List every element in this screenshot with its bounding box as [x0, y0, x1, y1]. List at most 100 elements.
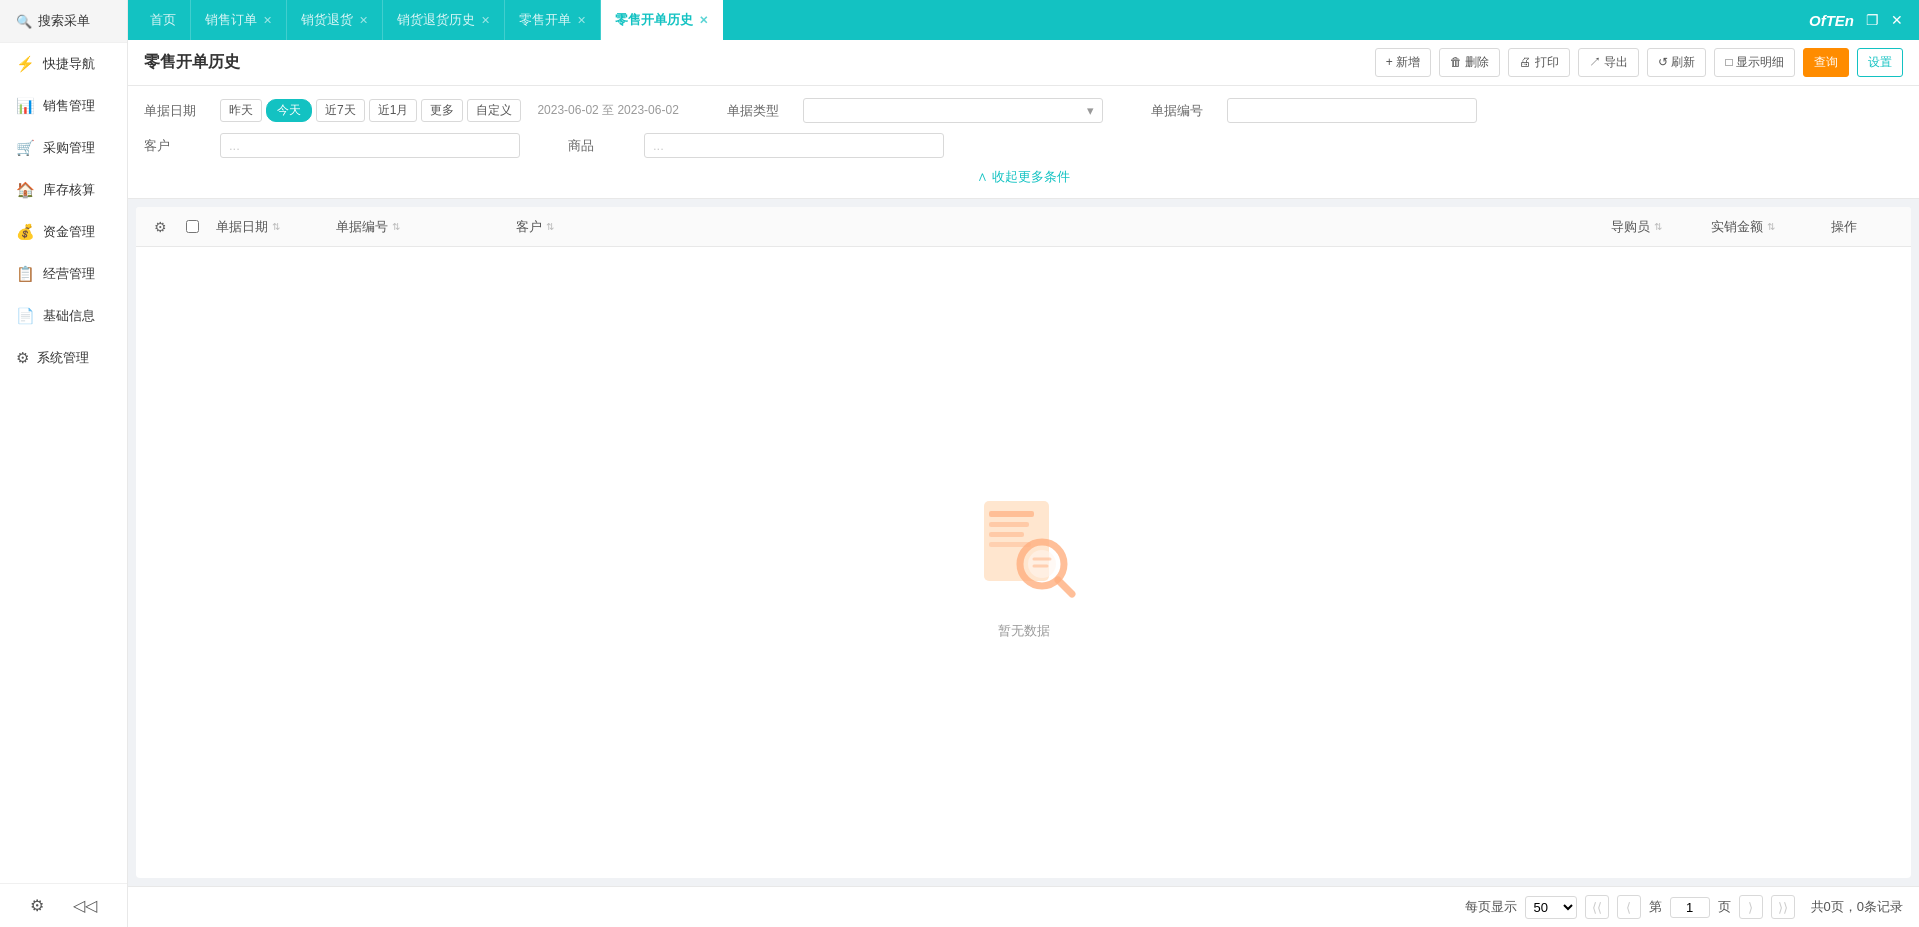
per-page-select[interactable]: 50 20 100	[1525, 896, 1577, 919]
filter-doc-type-select[interactable]: ▾	[803, 98, 1103, 123]
sidebar-item-finance[interactable]: 💰 资金管理	[0, 211, 127, 253]
collapse-sidebar-button[interactable]: ◁◁	[73, 896, 97, 915]
svg-rect-3	[989, 532, 1024, 537]
tab-retail-open-history-label: 零售开单历史	[615, 11, 693, 29]
tab-home[interactable]: 首页	[136, 0, 191, 40]
first-page-button[interactable]: ⟨⟨	[1585, 895, 1609, 919]
sidebar-item-label: 采购管理	[43, 139, 95, 157]
th-action: 操作	[1823, 218, 1903, 236]
sidebar-item-label: 经营管理	[43, 265, 95, 283]
sidebar-search[interactable]: 🔍 搜索采单	[0, 0, 127, 43]
date-7days-btn[interactable]: 近7天	[316, 99, 365, 122]
filter-area: 单据日期 昨天 今天 近7天 近1月 更多 自定义 2023-06-02 至 2…	[128, 86, 1919, 199]
filter-date-range: 2023-06-02 至 2023-06-02	[537, 102, 678, 119]
sidebar-item-operations[interactable]: 📋 经营管理	[0, 253, 127, 295]
quick-nav-icon: ⚡	[16, 55, 35, 73]
total-text: 共0页，0条记录	[1811, 898, 1903, 916]
sidebar-item-inventory[interactable]: 🏠 库存核算	[0, 169, 127, 211]
restore-window-button[interactable]: ❐	[1866, 12, 1879, 28]
page-label: 第	[1649, 898, 1662, 916]
tab-retail-open-history-close[interactable]: ✕	[699, 14, 708, 27]
page-title: 零售开单历史	[144, 52, 1367, 73]
refresh-button[interactable]: ↺ 刷新	[1647, 48, 1706, 77]
delete-button[interactable]: 🗑 删除	[1439, 48, 1500, 77]
sidebar-item-basic[interactable]: 📄 基础信息	[0, 295, 127, 337]
prev-page-button[interactable]: ⟨	[1617, 895, 1641, 919]
export-button[interactable]: ↗ 导出	[1578, 48, 1639, 77]
add-button[interactable]: + 新增	[1375, 48, 1431, 77]
query-button[interactable]: 查询	[1803, 48, 1849, 77]
sort-date-icon: ⇅	[272, 221, 280, 232]
date-yesterday-btn[interactable]: 昨天	[220, 99, 262, 122]
th-date[interactable]: 单据日期 ⇅	[208, 218, 328, 236]
date-custom-btn[interactable]: 自定义	[467, 99, 521, 122]
search-icon: 🔍	[16, 14, 32, 29]
tab-sales-return-history-close[interactable]: ✕	[481, 14, 490, 27]
date-month-btn[interactable]: 近1月	[369, 99, 418, 122]
sidebar-item-label: 资金管理	[43, 223, 95, 241]
page-number-input[interactable]	[1670, 897, 1710, 918]
svg-point-6	[1028, 550, 1056, 578]
tab-sales-return-history[interactable]: 销货退货历史 ✕	[383, 0, 505, 40]
next-page-button[interactable]: ⟩	[1739, 895, 1763, 919]
tab-sales-order-close[interactable]: ✕	[263, 14, 272, 27]
sidebar-item-label: 销售管理	[43, 97, 95, 115]
tab-sales-return-label: 销货退货	[301, 11, 353, 29]
filter-row-customer: 客户 ... 商品 ...	[144, 133, 1903, 158]
sidebar-item-purchase[interactable]: 🛒 采购管理	[0, 127, 127, 169]
settings-filter-button[interactable]: 设置	[1857, 48, 1903, 77]
table-settings-button[interactable]: ⚙	[144, 211, 176, 243]
sidebar-item-label: 基础信息	[43, 307, 95, 325]
settings-button[interactable]: ⚙	[30, 896, 44, 915]
th-customer-label: 客户	[516, 218, 542, 236]
filter-doc-type-label: 单据类型	[727, 102, 787, 120]
tab-retail-open[interactable]: 零售开单 ✕	[505, 0, 601, 40]
display-detail-button[interactable]: □ 显示明细	[1714, 48, 1795, 77]
tab-bar-right: OfTEn ❐ ✕	[1809, 12, 1911, 29]
th-guide[interactable]: 导购员 ⇅	[1603, 218, 1703, 236]
purchase-icon: 🛒	[16, 139, 35, 157]
th-amount-label: 实销金额	[1711, 218, 1763, 236]
content-area: 零售开单历史 + 新增 🗑 删除 🖨 打印 ↗ 导出 ↺ 刷新 □ 显示明细 查…	[128, 40, 1919, 927]
sales-icon: 📊	[16, 97, 35, 115]
sidebar-item-system[interactable]: ⚙ 系统管理	[0, 337, 127, 379]
filter-customer-label: 客户	[144, 137, 204, 155]
th-date-label: 单据日期	[216, 218, 268, 236]
tab-sales-return-close[interactable]: ✕	[359, 14, 368, 27]
th-number[interactable]: 单据编号 ⇅	[328, 218, 508, 236]
tab-sales-order[interactable]: 销售订单 ✕	[191, 0, 287, 40]
svg-rect-1	[989, 511, 1034, 517]
tab-home-label: 首页	[150, 11, 176, 29]
empty-state: 暂无数据	[136, 247, 1911, 878]
filter-doc-number-input[interactable]	[1227, 98, 1477, 123]
th-action-label: 操作	[1831, 218, 1857, 236]
print-button[interactable]: 🖨 打印	[1508, 48, 1569, 77]
filter-product-input[interactable]: ...	[644, 133, 944, 158]
filter-product-label: 商品	[568, 137, 628, 155]
tab-retail-open-history[interactable]: 零售开单历史 ✕	[601, 0, 723, 40]
sort-customer-icon: ⇅	[546, 221, 554, 232]
sidebar-item-quick-nav[interactable]: ⚡ 快捷导航	[0, 43, 127, 85]
collapse-more-button[interactable]: ∧ 收起更多条件	[144, 168, 1903, 186]
sidebar-search-label: 搜索采单	[38, 12, 90, 30]
date-more-btn[interactable]: 更多	[421, 99, 463, 122]
operations-icon: 📋	[16, 265, 35, 283]
svg-line-7	[1058, 580, 1072, 594]
per-page-label: 每页显示	[1465, 898, 1517, 916]
select-all-input[interactable]	[186, 220, 199, 233]
close-window-button[interactable]: ✕	[1891, 12, 1903, 28]
empty-svg	[964, 486, 1084, 606]
sidebar-item-sales[interactable]: 📊 销售管理	[0, 85, 127, 127]
main-area: 首页 销售订单 ✕ 销货退货 ✕ 销货退货历史 ✕ 零售开单 ✕ 零售开单历史 …	[128, 0, 1919, 927]
table-select-all-checkbox[interactable]	[176, 220, 208, 233]
filter-customer-input[interactable]: ...	[220, 133, 520, 158]
th-amount[interactable]: 实销金额 ⇅	[1703, 218, 1823, 236]
date-today-btn[interactable]: 今天	[266, 99, 312, 122]
sort-guide-icon: ⇅	[1654, 221, 1662, 232]
th-customer[interactable]: 客户 ⇅	[508, 218, 1603, 236]
last-page-button[interactable]: ⟩⟩	[1771, 895, 1795, 919]
tab-bar: 首页 销售订单 ✕ 销货退货 ✕ 销货退货历史 ✕ 零售开单 ✕ 零售开单历史 …	[128, 0, 1919, 40]
tab-retail-open-close[interactable]: ✕	[577, 14, 586, 27]
tab-sales-return[interactable]: 销货退货 ✕	[287, 0, 383, 40]
product-dots-icon: ...	[653, 138, 664, 153]
